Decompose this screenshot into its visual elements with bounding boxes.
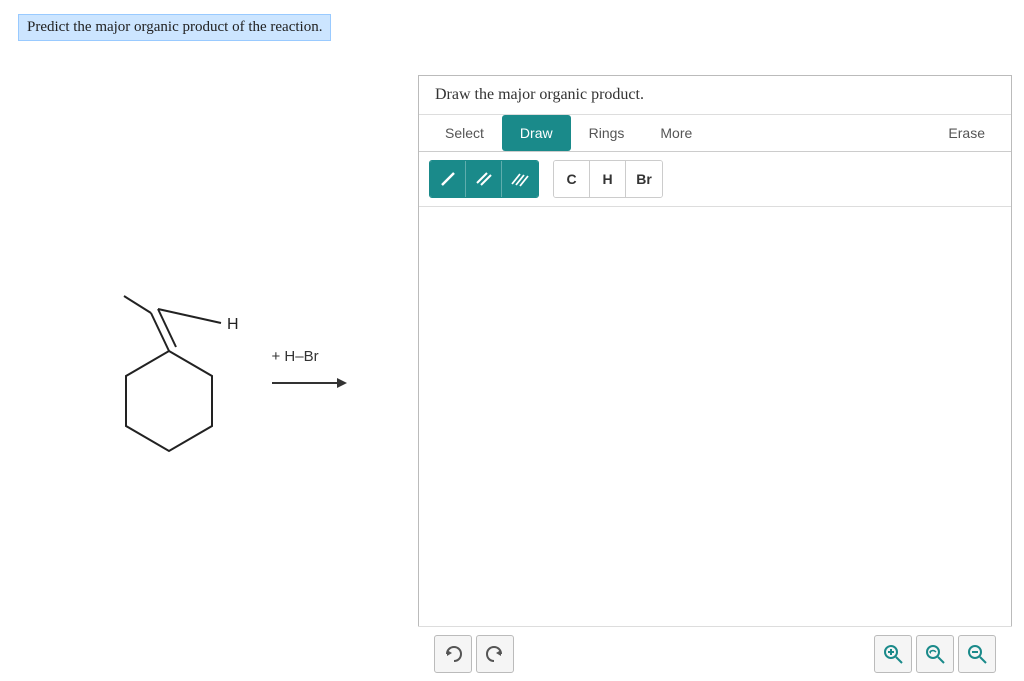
single-bond-icon — [439, 170, 457, 188]
undo-button[interactable] — [434, 635, 472, 673]
molecule-area: H + H–Br — [69, 271, 347, 471]
bottom-controls — [418, 626, 1012, 681]
zoom-out-icon — [967, 644, 987, 664]
history-controls — [434, 635, 514, 673]
tab-rings[interactable]: Rings — [571, 115, 643, 151]
atom-hydrogen-button[interactable]: H — [590, 161, 626, 197]
zoom-reset-icon — [925, 644, 945, 664]
h-label: H — [227, 316, 239, 333]
reagent-area: + H–Br — [272, 348, 347, 393]
tab-erase[interactable]: Erase — [930, 115, 1003, 151]
reagent-label: + H–Br — [272, 348, 319, 365]
draw-panel-title: Draw the major organic product. — [419, 76, 1011, 115]
drawing-canvas[interactable] — [419, 207, 1011, 665]
tab-draw[interactable]: Draw — [502, 115, 571, 151]
zoom-in-icon — [883, 644, 903, 664]
single-bond-button[interactable] — [430, 161, 466, 197]
atom-group: C H Br — [553, 160, 663, 198]
bond-group — [429, 160, 539, 198]
draw-toolbar: C H Br — [419, 152, 1011, 207]
redo-icon — [486, 645, 504, 663]
redo-button[interactable] — [476, 635, 514, 673]
undo-icon — [444, 645, 462, 663]
zoom-in-button[interactable] — [874, 635, 912, 673]
molecule-svg: H — [69, 271, 254, 471]
zoom-out-button[interactable] — [958, 635, 996, 673]
tab-select[interactable]: Select — [427, 115, 502, 151]
double-bond-icon — [475, 170, 493, 188]
left-panel: H + H–Br — [0, 0, 415, 681]
triple-bond-icon — [511, 170, 529, 188]
zoom-reset-button[interactable] — [916, 635, 954, 673]
atom-bromine-button[interactable]: Br — [626, 161, 662, 197]
tabs-bar: Select Draw Rings More Erase — [419, 115, 1011, 152]
tab-more[interactable]: More — [642, 115, 710, 151]
atom-carbon-button[interactable]: C — [554, 161, 590, 197]
triple-bond-button[interactable] — [502, 161, 538, 197]
reaction-arrow — [272, 373, 347, 393]
draw-panel: Draw the major organic product. Select D… — [418, 75, 1012, 665]
zoom-controls — [874, 635, 996, 673]
double-bond-button[interactable] — [466, 161, 502, 197]
